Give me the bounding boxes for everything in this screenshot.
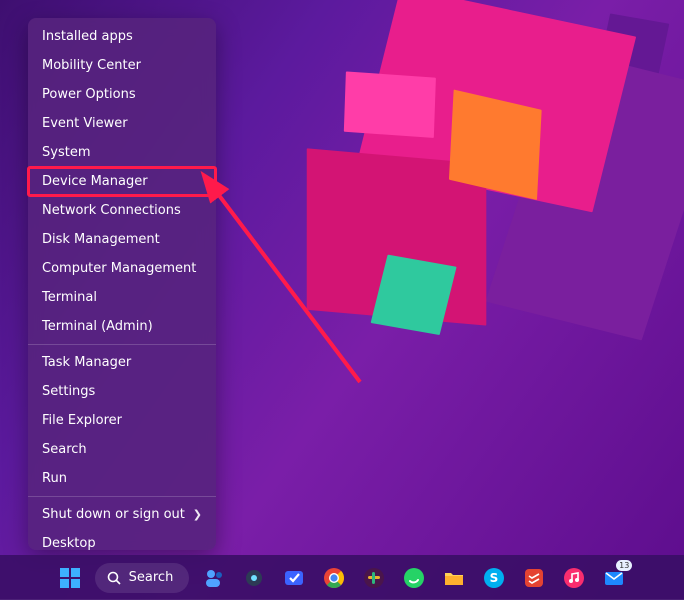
taskbar-app-whatsapp[interactable] xyxy=(399,563,429,593)
gear-icon xyxy=(243,567,265,589)
menu-item-disk-management[interactable]: Disk Management xyxy=(28,225,216,254)
menu-separator xyxy=(28,496,216,497)
menu-item-device-manager[interactable]: Device Manager xyxy=(28,167,216,196)
taskbar-app-skype[interactable]: S xyxy=(479,563,509,593)
taskbar-app-todo[interactable] xyxy=(279,563,309,593)
taskbar-app-todoist[interactable] xyxy=(519,563,549,593)
menu-item-terminal-admin[interactable]: Terminal (Admin) xyxy=(28,312,216,341)
music-icon xyxy=(563,567,585,589)
menu-item-computer-management[interactable]: Computer Management xyxy=(28,254,216,283)
people-icon xyxy=(203,567,225,589)
menu-item-file-explorer[interactable]: File Explorer xyxy=(28,406,216,435)
chrome-icon xyxy=(323,567,345,589)
menu-item-installed-apps[interactable]: Installed apps xyxy=(28,22,216,51)
taskbar-app-chrome[interactable] xyxy=(319,563,349,593)
folder-icon xyxy=(443,567,465,589)
svg-text:S: S xyxy=(490,571,499,585)
windows-logo-icon xyxy=(60,568,80,588)
whatsapp-icon xyxy=(403,567,425,589)
taskbar-app-people[interactable] xyxy=(199,563,229,593)
mail-badge: 13 xyxy=(616,560,632,571)
menu-separator xyxy=(28,344,216,345)
taskbar-app-settings[interactable] xyxy=(239,563,269,593)
taskbar-app-mail[interactable]: 13 xyxy=(599,563,629,593)
chevron-right-icon: ❯ xyxy=(193,508,202,521)
taskbar: Search S 13 xyxy=(0,555,684,600)
checkmark-icon xyxy=(283,567,305,589)
taskbar-search[interactable]: Search xyxy=(95,563,190,593)
search-icon xyxy=(107,571,121,585)
taskbar-app-apple-music[interactable] xyxy=(559,563,589,593)
menu-item-mobility-center[interactable]: Mobility Center xyxy=(28,51,216,80)
taskbar-app-file-explorer[interactable] xyxy=(439,563,469,593)
menu-item-task-manager[interactable]: Task Manager xyxy=(28,348,216,377)
taskbar-search-label: Search xyxy=(129,570,174,585)
wallpaper-art xyxy=(246,0,684,438)
taskbar-app-slack[interactable] xyxy=(359,563,389,593)
menu-item-event-viewer[interactable]: Event Viewer xyxy=(28,109,216,138)
todoist-icon xyxy=(523,567,545,589)
menu-item-desktop[interactable]: Desktop xyxy=(28,529,216,558)
menu-item-power-options[interactable]: Power Options xyxy=(28,80,216,109)
menu-item-terminal[interactable]: Terminal xyxy=(28,283,216,312)
menu-item-search[interactable]: Search xyxy=(28,435,216,464)
winx-menu: Installed apps Mobility Center Power Opt… xyxy=(28,18,216,550)
skype-icon: S xyxy=(483,567,505,589)
menu-item-shutdown-signout[interactable]: Shut down or sign out ❯ xyxy=(28,500,216,529)
menu-item-settings[interactable]: Settings xyxy=(28,377,216,406)
start-button[interactable] xyxy=(55,563,85,593)
menu-item-system[interactable]: System xyxy=(28,138,216,167)
menu-item-run[interactable]: Run xyxy=(28,464,216,493)
slack-icon xyxy=(363,567,385,589)
menu-item-network-connections[interactable]: Network Connections xyxy=(28,196,216,225)
